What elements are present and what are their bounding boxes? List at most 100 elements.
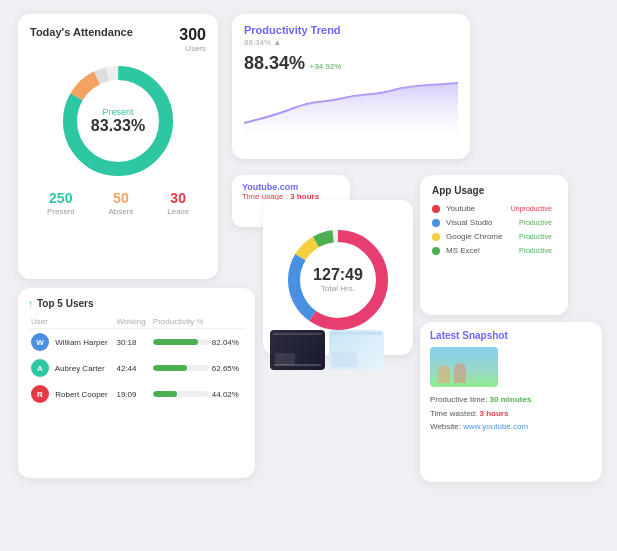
app-name: Visual Studio bbox=[446, 218, 515, 227]
website-label: Website: bbox=[430, 422, 461, 431]
trend-card: Productivity Trend 88.34% ▲ 88.34% +34.9… bbox=[232, 14, 470, 159]
app-tag: Productive bbox=[515, 246, 556, 255]
trend-percent: 88.34% bbox=[244, 53, 305, 73]
website-value: www.youtube.com bbox=[463, 422, 528, 431]
attendance-count: 300 Users bbox=[179, 26, 206, 53]
user-cell: W William Harper bbox=[28, 329, 113, 356]
stat-leave-num: 30 bbox=[170, 190, 186, 206]
time-label: Total Hrs. bbox=[313, 284, 363, 293]
thumb-light-1 bbox=[329, 330, 384, 370]
progress-bar bbox=[153, 391, 208, 397]
website-row: Website: www.youtube.com bbox=[430, 420, 592, 434]
dashboard: Today's Attendance 300 Users Present 83.… bbox=[0, 0, 617, 551]
wasted-label: Time wasted: bbox=[430, 409, 477, 418]
present-label: Present bbox=[91, 107, 145, 117]
youtube-title: Youtube.com bbox=[242, 182, 340, 192]
stat-present-num: 250 bbox=[49, 190, 72, 206]
snapshot-thumbs-row bbox=[270, 330, 384, 370]
app-tag: Productive bbox=[515, 232, 556, 241]
stat-leave: 30 Leave bbox=[167, 189, 189, 216]
time-display: 127:49 bbox=[313, 266, 363, 284]
attendance-title: Today's Attendance bbox=[30, 26, 133, 38]
donut-center: Present 83.33% bbox=[91, 107, 145, 135]
attendance-donut: Present 83.33% bbox=[30, 61, 206, 181]
productive-time-row: Productive time: 30 minutes bbox=[430, 393, 592, 407]
progress-bar bbox=[153, 365, 208, 371]
arrow-icon: ↑ bbox=[28, 298, 33, 309]
stat-present-label: Present bbox=[47, 207, 75, 216]
col-productivity: Productivity % bbox=[150, 315, 245, 329]
stats-row: 250 Present 50 Absent 30 Leave bbox=[30, 189, 206, 216]
stat-present: 250 Present bbox=[47, 189, 75, 216]
trend-change: +34.92% bbox=[310, 62, 342, 71]
user-avatar: R bbox=[31, 385, 49, 403]
app-name: Youtube bbox=[446, 204, 507, 213]
user-cell: R Robert Cooper bbox=[28, 381, 113, 407]
col-working: Working bbox=[113, 315, 149, 329]
app-usage-list: Youtube Unproductive Visual Studio Produ… bbox=[432, 204, 556, 255]
productivity-cell: 44.02% bbox=[150, 381, 245, 407]
app-usage-title: App Usage bbox=[432, 185, 556, 196]
progress-bar bbox=[153, 339, 208, 345]
app-name: MS Excel bbox=[446, 246, 515, 255]
snapshot-img-main bbox=[430, 347, 498, 387]
productivity-value: 82.04% bbox=[212, 338, 239, 347]
working-cell: 42:44 bbox=[113, 355, 149, 381]
app-usage-item: Youtube Unproductive bbox=[432, 204, 556, 213]
table-row: W William Harper 30:18 82.04% bbox=[28, 329, 245, 356]
working-cell: 30:18 bbox=[113, 329, 149, 356]
stat-absent-num: 50 bbox=[113, 190, 129, 206]
user-name: William Harper bbox=[55, 338, 107, 347]
snapshot-images bbox=[430, 347, 592, 387]
users-header: ↑ Top 5 Users bbox=[28, 298, 245, 309]
working-cell: 19:09 bbox=[113, 381, 149, 407]
app-usage-item: MS Excel Productive bbox=[432, 246, 556, 255]
app-dot bbox=[432, 233, 440, 241]
time-donut-center: 127:49 Total Hrs. bbox=[313, 266, 363, 293]
app-usage-card: App Usage Youtube Unproductive Visual St… bbox=[420, 175, 568, 315]
stat-absent-label: Absent bbox=[108, 207, 133, 216]
app-usage-item: Google Chrome Productive bbox=[432, 232, 556, 241]
app-dot bbox=[432, 219, 440, 227]
productivity-cell: 62.65% bbox=[150, 355, 245, 381]
thumb-cartoon bbox=[430, 347, 498, 387]
attendance-label: Users bbox=[179, 44, 206, 53]
top-users-card: ↑ Top 5 Users User Working Productivity … bbox=[18, 288, 255, 478]
attendance-percent: 83.33% bbox=[91, 117, 145, 134]
productivity-cell: 82.04% bbox=[150, 329, 245, 356]
app-tag: Productive bbox=[515, 218, 556, 227]
snapshot-thumb-1 bbox=[270, 330, 325, 370]
snapshot-title: Latest Snapshot bbox=[430, 330, 592, 341]
wasted-value: 3 hours bbox=[480, 409, 509, 418]
progress-fill bbox=[153, 339, 198, 345]
productivity-value: 44.02% bbox=[212, 390, 239, 399]
col-user: User bbox=[28, 315, 113, 329]
stat-leave-label: Leave bbox=[167, 207, 189, 216]
user-cell: A Aubrey Carter bbox=[28, 355, 113, 381]
app-tag: Unproductive bbox=[507, 204, 556, 213]
snapshot-info: Productive time: 30 minutes Time wasted:… bbox=[430, 393, 592, 434]
users-table: User Working Productivity % W William Ha… bbox=[28, 315, 245, 407]
stat-absent: 50 Absent bbox=[108, 189, 133, 216]
productivity-value: 62.65% bbox=[212, 364, 239, 373]
user-name: Robert Cooper bbox=[55, 390, 107, 399]
progress-fill bbox=[153, 365, 187, 371]
trend-chart bbox=[244, 78, 458, 133]
snapshot-card: Latest Snapshot Productive time: 30 minu… bbox=[420, 322, 602, 482]
table-row: R Robert Cooper 19:09 44.02% bbox=[28, 381, 245, 407]
user-name: Aubrey Carter bbox=[55, 364, 105, 373]
app-name: Google Chrome bbox=[446, 232, 515, 241]
app-usage-item: Visual Studio Productive bbox=[432, 218, 556, 227]
thumb-dark-1 bbox=[270, 330, 325, 370]
attendance-card: Today's Attendance 300 Users Present 83.… bbox=[18, 14, 218, 279]
trend-subtitle: 88.34% ▲ bbox=[244, 38, 458, 47]
users-title: Top 5 Users bbox=[37, 298, 94, 309]
attendance-number: 300 bbox=[179, 26, 206, 43]
table-row: A Aubrey Carter 42:44 62.65% bbox=[28, 355, 245, 381]
snapshot-thumb-2 bbox=[329, 330, 384, 370]
time-wasted-row: Time wasted: 3 hours bbox=[430, 407, 592, 421]
time-donut: 127:49 Total Hrs. bbox=[283, 225, 393, 335]
user-avatar: A bbox=[31, 359, 49, 377]
progress-fill bbox=[153, 391, 177, 397]
user-avatar: W bbox=[31, 333, 49, 351]
